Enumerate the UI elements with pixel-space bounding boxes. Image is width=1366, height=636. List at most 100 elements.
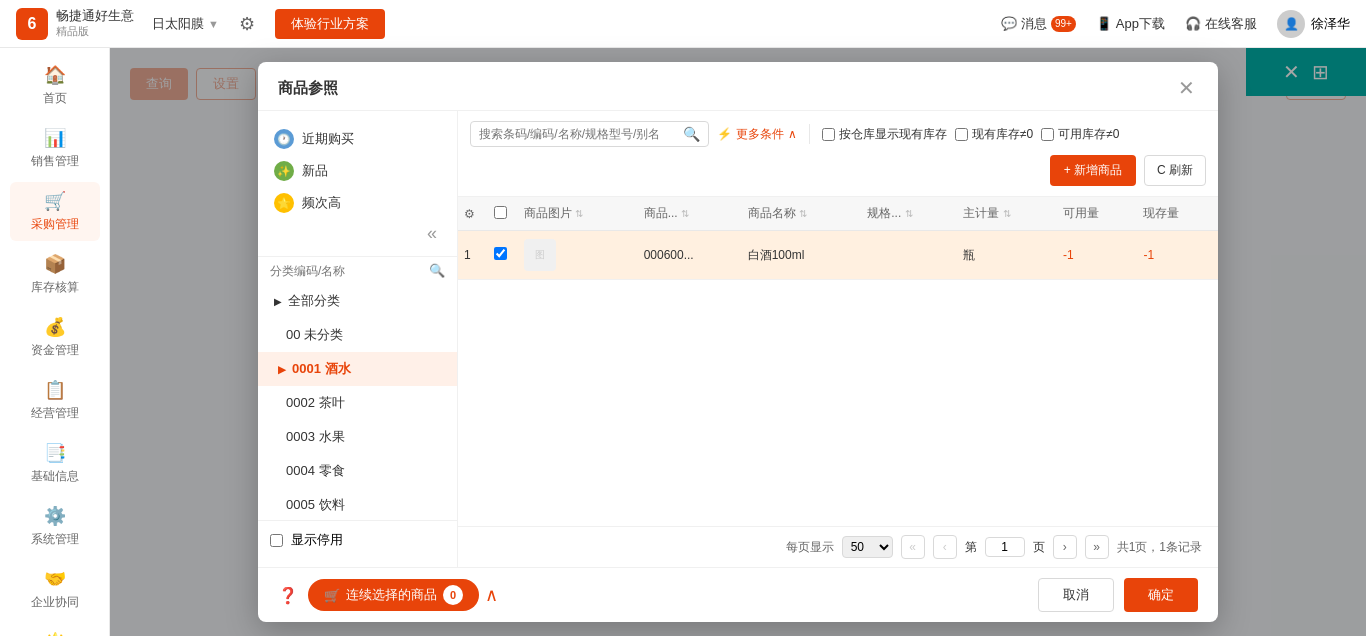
sidebar-item-guide[interactable]: 🌟 新手引导 — [10, 623, 100, 636]
sidebar-item-sales[interactable]: 📊 销售管理 — [10, 119, 100, 178]
cart-count: 0 — [443, 585, 463, 605]
cart-button[interactable]: 🛒 连续选择的商品 0 — [308, 579, 479, 611]
warehouse-filter[interactable]: 按仓库显示现有库存 — [822, 126, 947, 143]
row-name: 白酒100ml — [742, 231, 862, 280]
trial-button[interactable]: 体验行业方案 — [275, 9, 385, 39]
col-settings[interactable]: ⚙ — [458, 197, 488, 231]
add-product-button[interactable]: + 新增商品 — [1050, 155, 1136, 186]
row-stock: -1 — [1137, 231, 1218, 280]
continuous-select-label: 连续选择的商品 — [346, 586, 437, 604]
category-search-input[interactable] — [270, 264, 423, 278]
col-spec[interactable]: 规格... ⇅ — [861, 197, 957, 231]
home-icon: 🏠 — [44, 64, 66, 86]
quick-filters: 🕐 近期购买 ✨ 新品 ⭐ 频次高 — [258, 119, 457, 257]
category-search-icon[interactable]: 🔍 — [429, 263, 445, 278]
next-page-button[interactable]: › — [1053, 535, 1077, 559]
category-liquor[interactable]: ▶ 0001 酒水 — [258, 352, 457, 386]
dialog-close-button[interactable]: ✕ — [1174, 76, 1198, 100]
col-name[interactable]: 商品名称 ⇅ — [742, 197, 862, 231]
system-icon: ⚙️ — [44, 505, 66, 527]
show-disabled-checkbox[interactable] — [270, 534, 283, 547]
category-tea[interactable]: 0002 茶叶 — [258, 386, 457, 420]
active-tri-icon: ▶ — [278, 364, 286, 375]
sidebar-item-purchase[interactable]: 🛒 采购管理 — [10, 182, 100, 241]
sidebar: 🏠 首页 📊 销售管理 🛒 采购管理 📦 库存核算 💰 资金管理 📋 经营管理 … — [0, 48, 110, 636]
footer-collapse-icon[interactable]: ∧ — [485, 584, 498, 606]
footer-right: 取消 确定 — [1038, 578, 1198, 612]
toolbar-right: + 新增商品 C 刷新 — [1050, 155, 1206, 186]
topbar: 6 畅捷通好生意 精品版 日太阳膜 ▼ ⚙ 体验行业方案 💬 消息 99+ 📱 … — [0, 0, 1366, 48]
logo-area: 6 畅捷通好生意 精品版 — [16, 8, 136, 40]
separator — [809, 124, 810, 144]
message-button[interactable]: 💬 消息 99+ — [1001, 15, 1076, 33]
filter-recent[interactable]: 🕐 近期购买 — [270, 123, 445, 155]
dialog-footer: ❓ 🛒 连续选择的商品 0 ∧ 取消 确定 — [258, 567, 1218, 622]
available-nonzero-checkbox[interactable] — [1041, 128, 1054, 141]
search-icon[interactable]: 🔍 — [683, 126, 700, 142]
sidebar-item-system[interactable]: ⚙️ 系统管理 — [10, 497, 100, 556]
category-all[interactable]: ▶ 全部分类 — [258, 284, 457, 318]
stock-nonzero-checkbox[interactable] — [955, 128, 968, 141]
purchase-icon: 🛒 — [44, 190, 66, 212]
filter-freq[interactable]: ⭐ 频次高 — [270, 187, 445, 219]
available-nonzero-filter[interactable]: 可用库存≠0 — [1041, 126, 1119, 143]
sidebar-item-inventory[interactable]: 📦 库存核算 — [10, 245, 100, 304]
col-img[interactable]: 商品图片 ⇅ — [518, 197, 638, 231]
per-page-select[interactable]: 50 100 — [842, 536, 893, 558]
row-img: 图 — [518, 231, 638, 280]
col-stock: 现存量 — [1137, 197, 1218, 231]
show-disabled-label[interactable]: 显示停用 — [291, 531, 343, 549]
online-service-button[interactable]: 🎧 在线客服 — [1185, 15, 1257, 33]
show-disabled-area: 显示停用 — [258, 520, 457, 559]
more-filter-button[interactable]: ⚡ 更多条件 ∧ — [717, 126, 797, 143]
page-input[interactable] — [985, 537, 1025, 557]
nav-selector[interactable]: 日太阳膜 ▼ — [152, 15, 219, 33]
product-table: ⚙ 商品图片 ⇅ — [458, 197, 1218, 280]
category-uncategorized[interactable]: 00 未分类 — [258, 318, 457, 352]
sidebar-item-home[interactable]: 🏠 首页 — [10, 56, 100, 115]
product-image: 图 — [524, 239, 556, 271]
select-all-checkbox[interactable] — [494, 206, 507, 219]
main-layout: 🏠 首页 📊 销售管理 🛒 采购管理 📦 库存核算 💰 资金管理 📋 经营管理 … — [0, 48, 1366, 636]
sidebar-item-finance[interactable]: 💰 资金管理 — [10, 308, 100, 367]
collapse-left-button[interactable]: « — [419, 219, 445, 248]
guide-icon: 🌟 — [44, 631, 66, 636]
col-available: 可用量 — [1057, 197, 1137, 231]
confirm-button[interactable]: 确定 — [1124, 578, 1198, 612]
row-idx: 1 — [458, 231, 488, 280]
col-unit[interactable]: 主计量 ⇅ — [957, 197, 1057, 231]
dialog-left-panel: 🕐 近期购买 ✨ 新品 ⭐ 频次高 — [258, 111, 458, 567]
table-row[interactable]: 1 图 000600... — [458, 231, 1218, 280]
help-icon[interactable]: ❓ — [278, 586, 298, 605]
sidebar-item-basic[interactable]: 📑 基础信息 — [10, 434, 100, 493]
sort-icon: ⇅ — [1003, 208, 1011, 219]
sidebar-item-operation[interactable]: 📋 经营管理 — [10, 371, 100, 430]
dialog-title: 商品参照 — [278, 79, 338, 98]
cancel-button[interactable]: 取消 — [1038, 578, 1114, 612]
filter-new[interactable]: ✨ 新品 — [270, 155, 445, 187]
prev-page-button[interactable]: ‹ — [933, 535, 957, 559]
stock-nonzero-filter[interactable]: 现有库存≠0 — [955, 126, 1033, 143]
message-badge: 99+ — [1051, 16, 1076, 32]
refresh-button[interactable]: C 刷新 — [1144, 155, 1206, 186]
warehouse-checkbox[interactable] — [822, 128, 835, 141]
app-download-button[interactable]: 📱 App下载 — [1096, 15, 1165, 33]
category-drink[interactable]: 0005 饮料 — [258, 488, 457, 520]
col-code[interactable]: 商品... ⇅ — [638, 197, 742, 231]
category-fruit[interactable]: 0003 水果 — [258, 420, 457, 454]
settings-icon[interactable]: ⚙ — [231, 8, 263, 40]
basic-icon: 📑 — [44, 442, 66, 464]
category-snack[interactable]: 0004 零食 — [258, 454, 457, 488]
first-page-button[interactable]: « — [901, 535, 925, 559]
sidebar-item-label: 企业协同 — [31, 594, 79, 611]
row-checkbox[interactable] — [494, 247, 507, 260]
sidebar-item-corp[interactable]: 🤝 企业协同 — [10, 560, 100, 619]
page-suffix: 页 — [1033, 539, 1045, 556]
last-page-button[interactable]: » — [1085, 535, 1109, 559]
new-icon: ✨ — [274, 161, 294, 181]
brand-sub: 精品版 — [56, 24, 134, 39]
app-icon: 📱 — [1096, 16, 1112, 31]
user-area[interactable]: 👤 徐泽华 — [1277, 10, 1350, 38]
search-input[interactable] — [479, 127, 679, 141]
sidebar-item-label: 经营管理 — [31, 405, 79, 422]
